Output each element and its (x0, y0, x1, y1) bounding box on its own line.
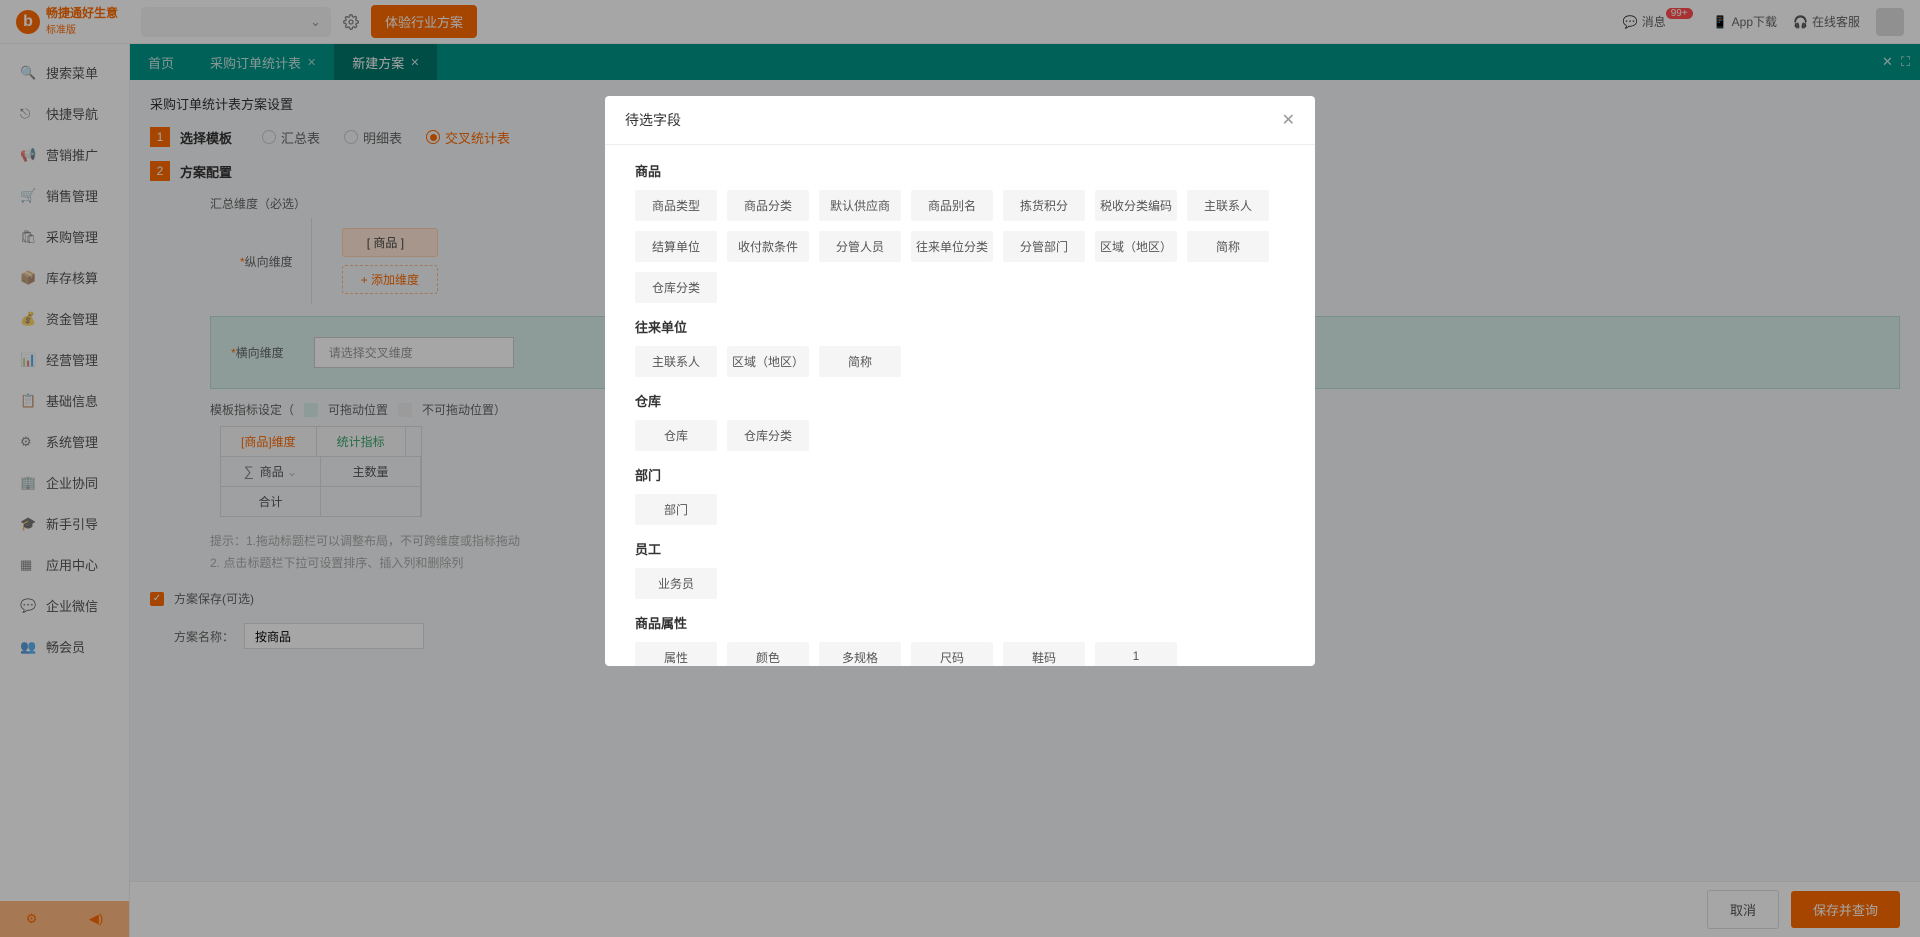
field-chip[interactable]: 税收分类编码 (1095, 190, 1177, 221)
field-group-title: 往来单位 (635, 317, 1285, 336)
field-chip[interactable]: 分管人员 (819, 231, 901, 262)
field-picker-modal: 待选字段 ✕ 商品商品类型商品分类默认供应商商品别名拣货积分税收分类编码主联系人… (605, 96, 1315, 666)
field-chip[interactable]: 业务员 (635, 568, 717, 599)
close-icon[interactable]: ✕ (1282, 110, 1295, 130)
field-group: 员工业务员 (635, 539, 1285, 599)
field-chip[interactable]: 区域（地区） (727, 346, 809, 377)
field-chip[interactable]: 鞋码 (1003, 642, 1085, 666)
field-group-title: 部门 (635, 465, 1285, 484)
field-chip[interactable]: 分管部门 (1003, 231, 1085, 262)
field-chip[interactable]: 尺码 (911, 642, 993, 666)
field-group-title: 员工 (635, 539, 1285, 558)
field-chip[interactable]: 简称 (819, 346, 901, 377)
field-chip[interactable]: 简称 (1187, 231, 1269, 262)
field-chip[interactable]: 仓库 (635, 420, 717, 451)
field-group-title: 仓库 (635, 391, 1285, 410)
field-chip[interactable]: 商品类型 (635, 190, 717, 221)
field-group-title: 商品 (635, 161, 1285, 180)
field-group: 商品属性属性颜色多规格尺码鞋码 1 (635, 613, 1285, 666)
field-group: 部门部门 (635, 465, 1285, 525)
field-group: 往来单位主联系人区域（地区） 简称 (635, 317, 1285, 377)
field-chip[interactable]: 商品别名 (911, 190, 993, 221)
field-chip[interactable]: 往来单位分类 (911, 231, 993, 262)
modal-overlay: 待选字段 ✕ 商品商品类型商品分类默认供应商商品别名拣货积分税收分类编码主联系人… (0, 0, 1920, 937)
field-chip[interactable]: 仓库分类 (635, 272, 717, 303)
field-chip[interactable]: 主联系人 (1187, 190, 1269, 221)
field-chip[interactable]: 仓库分类 (727, 420, 809, 451)
field-group-title: 商品属性 (635, 613, 1285, 632)
field-chip[interactable]: 拣货积分 (1003, 190, 1085, 221)
field-chip[interactable]: 结算单位 (635, 231, 717, 262)
field-chip[interactable]: 部门 (635, 494, 717, 525)
field-chip[interactable]: 多规格 (819, 642, 901, 666)
field-chip[interactable]: 颜色 (727, 642, 809, 666)
field-chip[interactable]: 区域（地区） (1095, 231, 1177, 262)
field-chip[interactable]: 默认供应商 (819, 190, 901, 221)
field-chip[interactable]: 收付款条件 (727, 231, 809, 262)
field-chip[interactable]: 主联系人 (635, 346, 717, 377)
field-chip[interactable]: 属性 (635, 642, 717, 666)
field-chip[interactable]: 商品分类 (727, 190, 809, 221)
modal-title: 待选字段 (625, 110, 681, 130)
field-group: 商品商品类型商品分类默认供应商商品别名拣货积分税收分类编码主联系人结算单位收付款… (635, 161, 1285, 303)
field-chip[interactable]: 1 (1095, 642, 1177, 666)
field-group: 仓库仓库仓库分类 (635, 391, 1285, 451)
